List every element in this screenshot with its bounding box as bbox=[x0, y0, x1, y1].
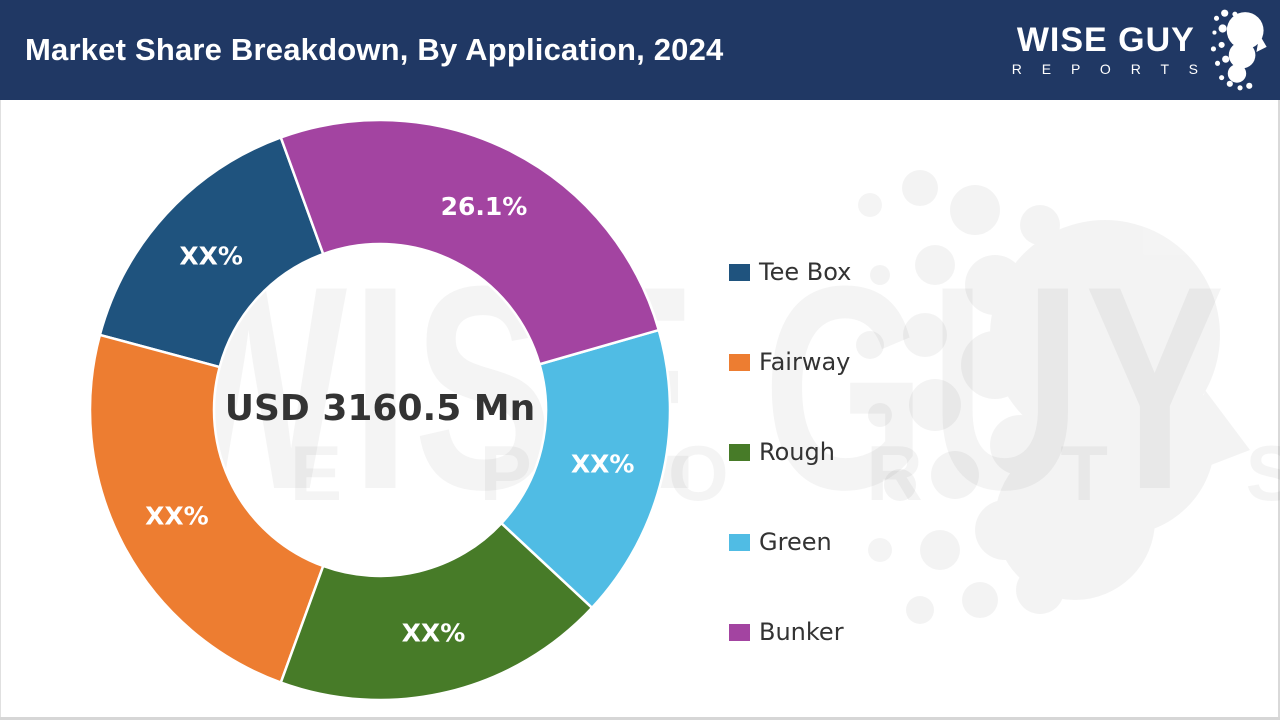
watermark-face-icon bbox=[856, 170, 1250, 624]
logo-wordmark-line2: R E P O R T S bbox=[1011, 61, 1206, 77]
legend-item-green: Green bbox=[729, 522, 851, 562]
segment-value-label-tee-box: XX% bbox=[179, 241, 243, 270]
legend-item-tee-box: Tee Box bbox=[729, 252, 851, 292]
segment-value-label-rough: XX% bbox=[402, 619, 466, 648]
segment-value-label-fairway: XX% bbox=[145, 502, 209, 531]
donut-center-value: USD 3160.5 Mn bbox=[224, 388, 536, 429]
logo-face-icon bbox=[1210, 9, 1267, 91]
legend-label-bunker: Bunker bbox=[759, 618, 844, 646]
legend-item-rough: Rough bbox=[729, 432, 851, 472]
legend-swatch-fairway bbox=[729, 353, 750, 371]
wise-guy-logo: WISE GUY R E P O R T S bbox=[1006, 0, 1268, 100]
legend-swatch-bunker bbox=[729, 623, 750, 641]
page-title: Market Share Breakdown, By Application, … bbox=[25, 32, 724, 67]
chart-legend: Tee Box Fairway Rough Green Bunker bbox=[729, 252, 851, 702]
header-bar: Market Share Breakdown, By Application, … bbox=[0, 0, 1280, 100]
legend-label-tee-box: Tee Box bbox=[759, 258, 852, 286]
logo-wordmark: WISE GUY R E P O R T S bbox=[1006, 23, 1206, 77]
legend-swatch-rough bbox=[729, 443, 750, 461]
segment-value-label-green: XX% bbox=[571, 449, 635, 478]
legend-swatch-green bbox=[729, 533, 750, 551]
legend-label-green: Green bbox=[759, 528, 832, 556]
legend-swatch-tee-box bbox=[729, 263, 750, 281]
legend-label-fairway: Fairway bbox=[759, 348, 851, 376]
donut-segment-bunker bbox=[279, 118, 661, 366]
legend-item-bunker: Bunker bbox=[729, 612, 851, 652]
legend-label-rough: Rough bbox=[759, 438, 835, 466]
report-page: Market Share Breakdown, By Application, … bbox=[0, 0, 1280, 720]
legend-item-fairway: Fairway bbox=[729, 342, 851, 382]
segment-value-label-bunker: 26.1% bbox=[441, 192, 528, 221]
logo-wordmark-line1: WISE GUY bbox=[1016, 21, 1195, 59]
